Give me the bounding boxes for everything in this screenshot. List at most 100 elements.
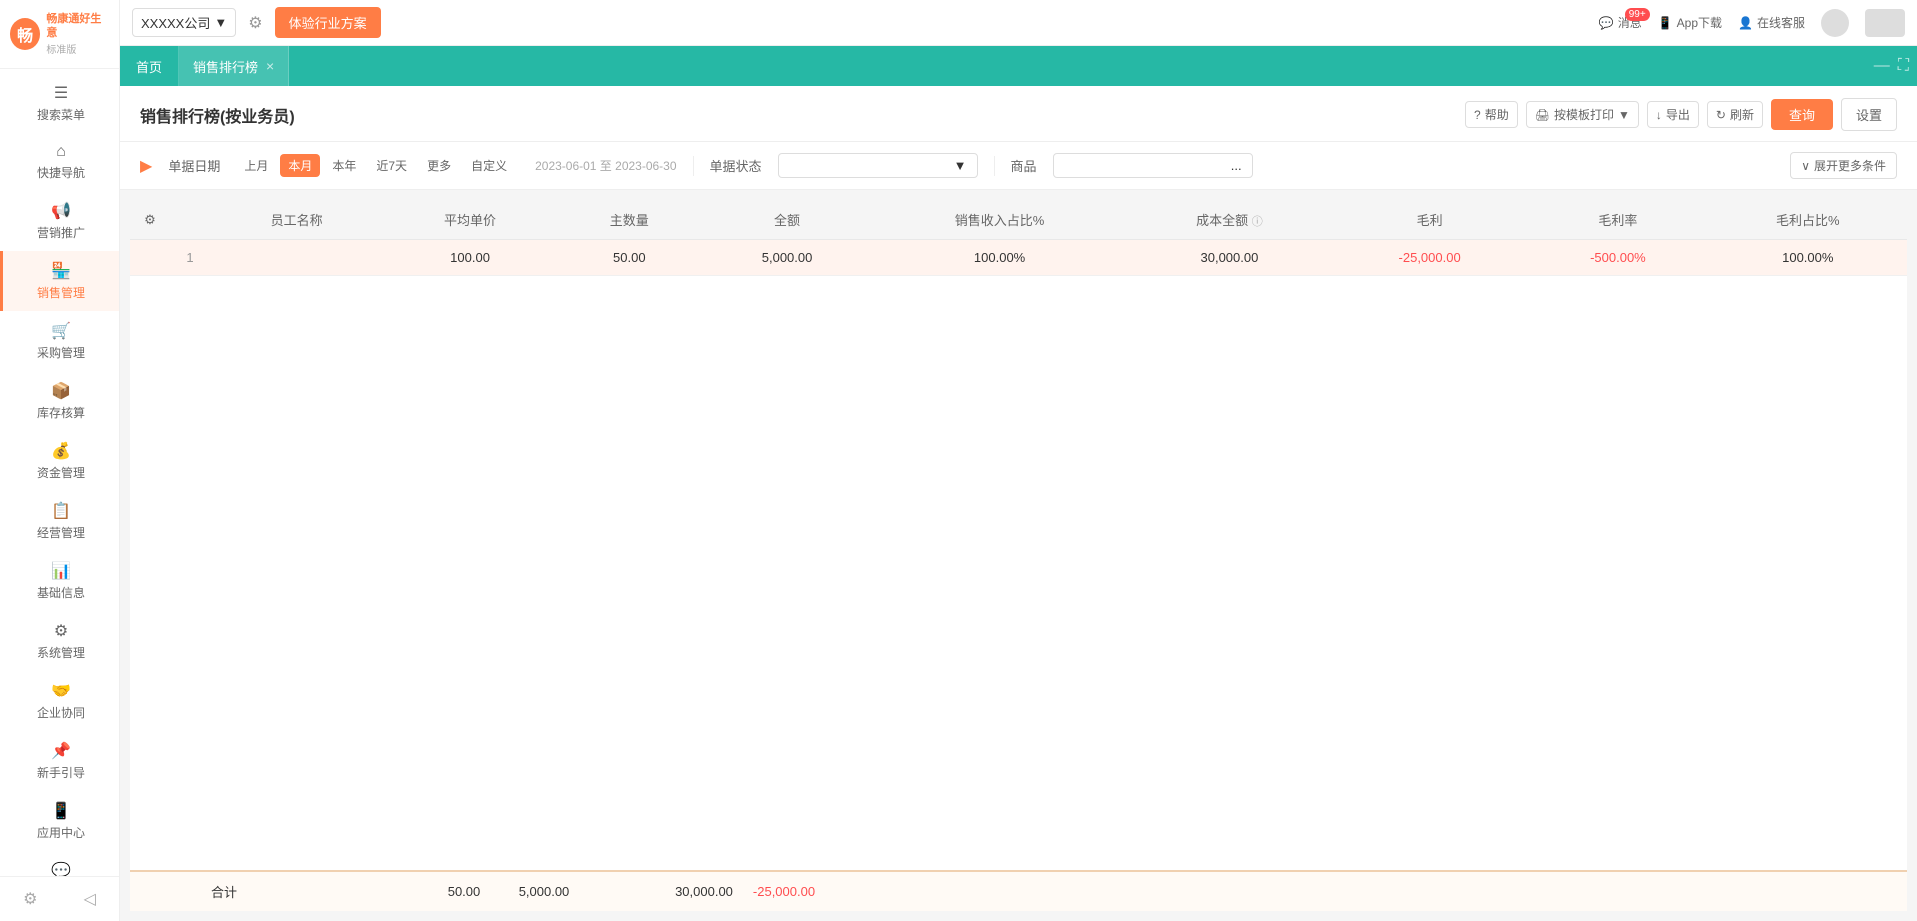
sidebar-item-sales[interactable]: 🏪 销售管理	[0, 251, 119, 311]
sidebar-item-operations[interactable]: 📋 经营管理	[0, 491, 119, 551]
table-area: ⚙ 员工名称 平均单价 主数量 全额 销售收入占比% 成本全额 ⓘ 毛利 毛利率…	[130, 200, 1907, 870]
export-icon: ↓	[1656, 108, 1662, 122]
th-amount: 全额	[702, 200, 872, 240]
sidebar-item-label: 资金管理	[37, 464, 85, 481]
sidebar-item-marketing[interactable]: 📢 营销推广	[0, 191, 119, 251]
sidebar-item-search-order[interactable]: ☰ 搜索菜单	[0, 73, 119, 133]
user-name-area[interactable]	[1865, 9, 1905, 37]
expand-area: ∨ 展开更多条件	[1790, 152, 1897, 179]
expand-label: 展开更多条件	[1814, 157, 1886, 174]
sidebar-item-purchase[interactable]: 🛒 采购管理	[0, 311, 119, 371]
guide-icon: 📌	[51, 741, 71, 761]
th-sales-pct: 销售收入占比%	[872, 200, 1127, 240]
sidebar-item-enterprise[interactable]: 🤝 企业协同	[0, 671, 119, 731]
filter-arrow-icon: ▶	[140, 156, 152, 176]
sidebar-item-basic-info[interactable]: 📊 基础信息	[0, 551, 119, 611]
settings-button[interactable]: 设置	[1841, 98, 1897, 131]
help-button[interactable]: ? 帮助	[1465, 101, 1518, 128]
company-selector[interactable]: XXXXX公司 ▼	[132, 8, 236, 37]
sidebar-bottom: ⚙ ◁	[0, 876, 119, 921]
table-row: 1 100.00 50.00 5,000.00 100.00% 30,000.0…	[130, 240, 1907, 276]
date-opt-prev[interactable]: 上月	[236, 154, 276, 177]
filter-divider-2	[994, 156, 995, 176]
doc-status-label: 单据状态	[710, 156, 762, 175]
footer-amount: 5,000.00	[504, 884, 584, 899]
doc-status-select[interactable]: ▼	[778, 153, 978, 178]
topbar-gear-icon[interactable]: ⚙	[244, 9, 266, 37]
th-settings[interactable]: ⚙	[130, 200, 170, 240]
refresh-button[interactable]: ↻ 刷新	[1707, 101, 1763, 128]
sidebar-collapse-btn[interactable]: ◁	[76, 885, 104, 913]
online-service-btn[interactable]: 👤 在线客服	[1738, 14, 1805, 31]
footer-qty: 50.00	[424, 884, 504, 899]
doc-status-dropdown-icon: ▼	[954, 158, 967, 173]
export-button[interactable]: ↓ 导出	[1647, 101, 1699, 128]
tab-home[interactable]: 首页	[120, 46, 179, 86]
page-title: 销售排行榜(按业务员)	[140, 103, 295, 127]
tab-minimize-icon[interactable]: —	[1874, 57, 1890, 75]
goods-more-icon: ...	[1231, 158, 1242, 173]
search-order-icon: ☰	[54, 83, 68, 103]
trial-button[interactable]: 体验行业方案	[275, 7, 381, 38]
purchase-icon: 🛒	[51, 321, 71, 341]
row-rank: 1	[170, 240, 210, 276]
print-dropdown-icon: ▼	[1618, 108, 1630, 122]
expand-more-btn[interactable]: ∨ 展开更多条件	[1790, 152, 1897, 179]
user-avatar[interactable]	[1821, 9, 1849, 37]
tab-label: 销售排行榜	[193, 57, 258, 76]
date-opt-year[interactable]: 本年	[324, 154, 364, 177]
marketing-icon: 📢	[51, 201, 71, 221]
query-button[interactable]: 查询	[1771, 99, 1833, 130]
sidebar-item-guide[interactable]: 📌 新手引导	[0, 731, 119, 791]
sidebar-item-app-center[interactable]: 📱 应用中心	[0, 791, 119, 851]
help-icon: ?	[1474, 108, 1481, 122]
date-opt-current[interactable]: 本月	[280, 154, 320, 177]
tab-home-label: 首页	[136, 57, 162, 76]
date-opt-7days[interactable]: 近7天	[368, 154, 415, 177]
wechat-icon: 💬	[51, 861, 71, 876]
sidebar-item-label: 快捷导航	[37, 164, 85, 181]
sidebar-item-label: 搜索菜单	[37, 106, 85, 123]
logo-area: 畅 畅康通好生意 标准版	[0, 0, 119, 69]
date-options: 上月 本月 本年 近7天 更多 自定义	[236, 154, 515, 177]
table-footer: 合计 50.00 5,000.00 30,000.00 -25,000.00	[130, 870, 1907, 911]
th-cost: 成本全额 ⓘ	[1127, 200, 1332, 240]
sidebar-item-inventory[interactable]: 📦 库存核算	[0, 371, 119, 431]
row-sales-pct: 100.00%	[872, 240, 1127, 276]
sidebar-item-label: 销售管理	[37, 284, 85, 301]
tab-sales-ranking[interactable]: 销售排行榜 ×	[179, 46, 289, 86]
sidebar-item-system[interactable]: ⚙ 系统管理	[0, 611, 119, 671]
print-label: 按模板打印	[1554, 106, 1614, 123]
sidebar-item-wechat[interactable]: 💬 企业微信	[0, 851, 119, 876]
notification-icon: 💬	[1599, 16, 1614, 30]
date-opt-more[interactable]: 更多	[419, 154, 459, 177]
date-opt-custom[interactable]: 自定义	[463, 154, 515, 177]
row-gross-pct: 100.00%	[1709, 240, 1907, 276]
expand-icon: ∨	[1801, 159, 1810, 173]
notification-btn[interactable]: 💬 消息 99+	[1599, 14, 1642, 31]
dropdown-icon: ▼	[214, 15, 227, 30]
main-area: XXXXX公司 ▼ ⚙ 体验行业方案 💬 消息 99+ 📱 App下载 👤 在线…	[120, 0, 1917, 921]
row-cost: 30,000.00	[1127, 240, 1332, 276]
sidebar-nav: ☰ 搜索菜单 ⌂ 快捷导航 📢 营销推广 🏪 销售管理 🛒 采购管理 📦 库存核…	[0, 69, 119, 876]
tab-maximize-icon[interactable]: ⛶	[1898, 57, 1909, 75]
header-actions: ? 帮助 🖨 按模板打印 ▼ ↓ 导出 ↻ 刷新	[1465, 98, 1897, 131]
goods-label: 商品	[1011, 156, 1037, 175]
sidebar-settings-btn[interactable]: ⚙	[15, 885, 45, 913]
sidebar-item-quick-nav[interactable]: ⌂ 快捷导航	[0, 133, 119, 191]
app-center-icon: 📱	[51, 801, 71, 821]
company-name: XXXXX公司	[141, 13, 210, 32]
print-button[interactable]: 🖨 按模板打印 ▼	[1526, 101, 1639, 128]
refresh-icon: ↻	[1716, 108, 1726, 122]
app-download-btn[interactable]: 📱 App下载	[1658, 14, 1722, 31]
row-gross-rate: -500.00%	[1527, 240, 1708, 276]
sidebar-item-label: 采购管理	[37, 344, 85, 361]
goods-select[interactable]: ...	[1053, 153, 1253, 178]
operations-icon: 📋	[51, 501, 71, 521]
help-label: 帮助	[1485, 106, 1509, 123]
th-cost-help-icon: ⓘ	[1252, 216, 1263, 228]
sidebar-item-finance[interactable]: 💰 资金管理	[0, 431, 119, 491]
doc-date-label: 单据日期	[168, 156, 220, 175]
tab-close-icon[interactable]: ×	[266, 58, 274, 74]
th-avg-price: 平均单价	[383, 200, 556, 240]
